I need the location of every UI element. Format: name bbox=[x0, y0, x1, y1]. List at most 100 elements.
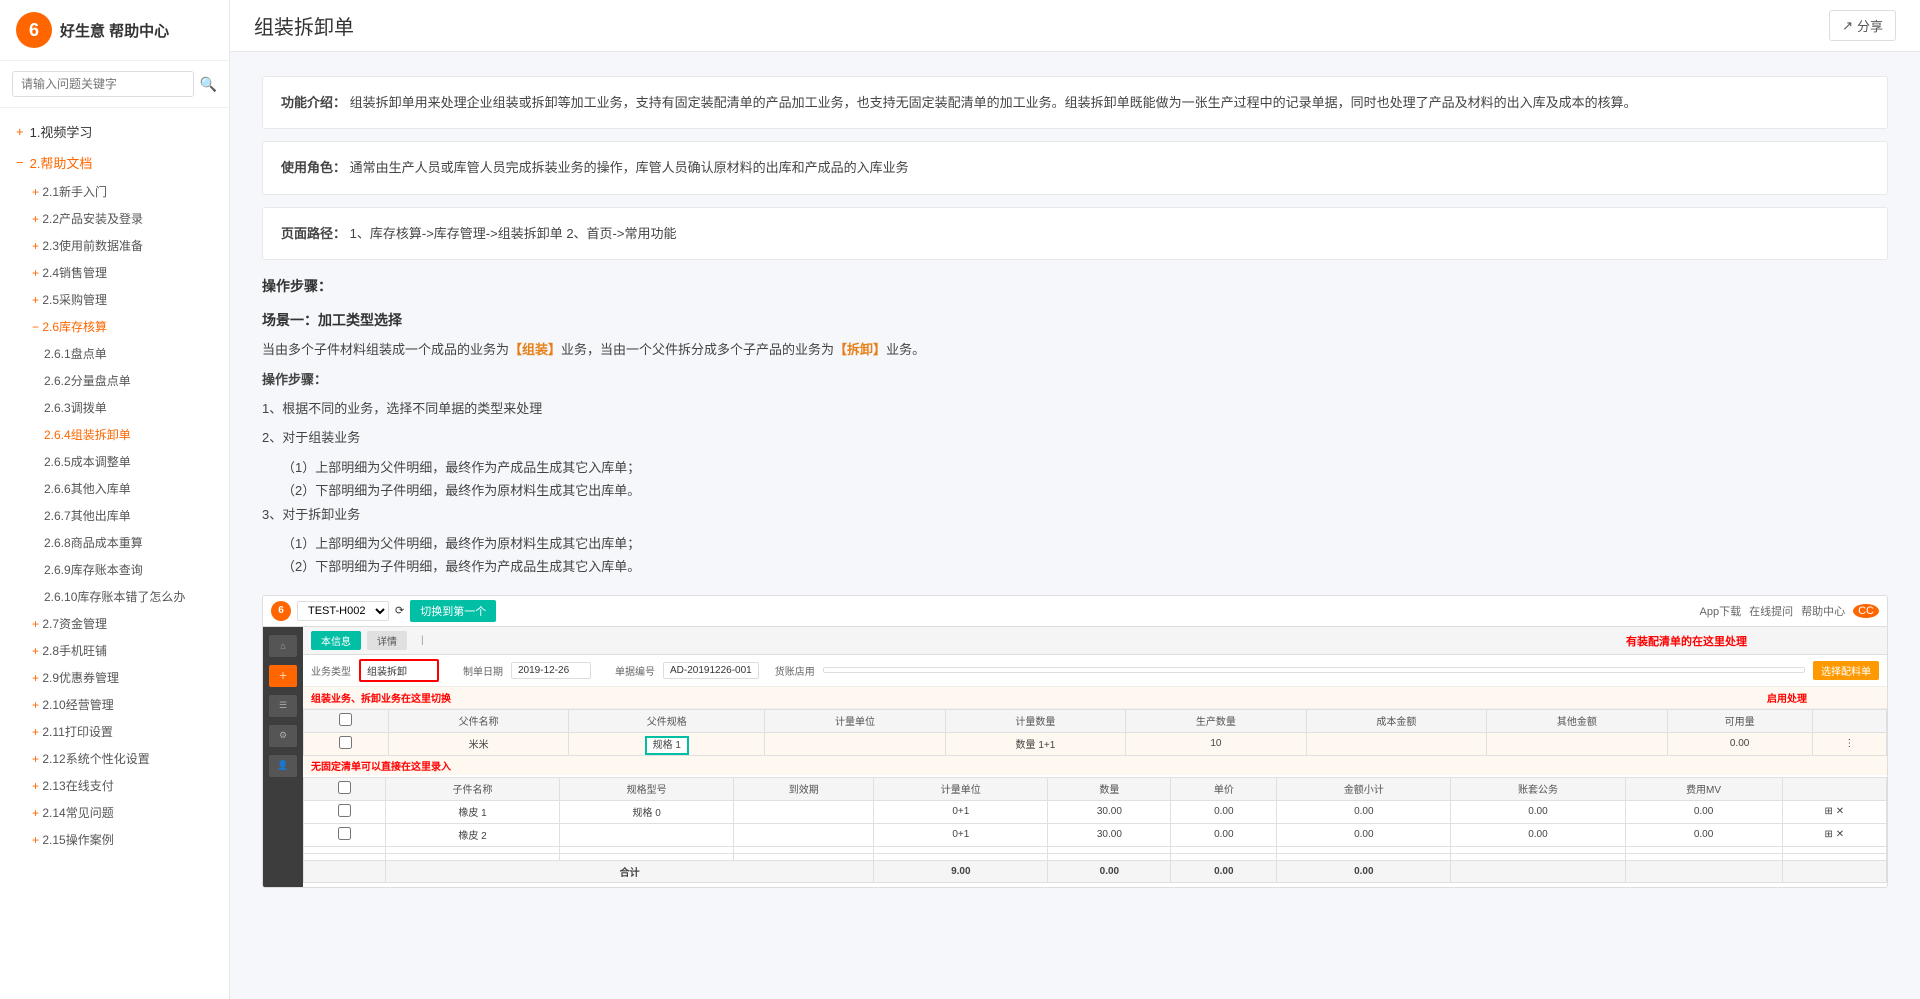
plus-icon: + bbox=[32, 698, 39, 712]
sidebar-item-docs[interactable]: − 2.帮助文档 bbox=[0, 147, 229, 178]
sidebar-item-s24[interactable]: + 2.4销售管理 bbox=[0, 259, 229, 286]
th-other: 其他金额 bbox=[1487, 709, 1667, 732]
sub-empty6 bbox=[1048, 846, 1171, 853]
sim-sub-table: 子件名称 规格型号 到效期 计量单位 数量 单价 金额小计 账套公务 费用MV bbox=[303, 777, 1887, 883]
sidebar-item-s211[interactable]: + 2.11打印设置 bbox=[0, 718, 229, 745]
sim-nav-settings: ⚙ bbox=[269, 725, 297, 747]
sidebar-item-s29[interactable]: + 2.9优惠券管理 bbox=[0, 664, 229, 691]
annotation-text2: 组装业务、拆卸业务在这里切换 bbox=[311, 694, 451, 705]
sub-td-mv: 0.00 bbox=[1625, 800, 1782, 823]
sim-label-date: 制单日期 bbox=[463, 663, 503, 678]
sidebar-item-s214[interactable]: + 2.14常见问题 bbox=[0, 799, 229, 826]
topbar: 组装拆卸单 ↗ 分享 bbox=[230, 0, 1920, 52]
row-checkbox[interactable] bbox=[339, 736, 352, 749]
sub-th-qty: 数量 bbox=[1048, 777, 1171, 800]
search-input[interactable] bbox=[12, 71, 194, 97]
sidebar-item-s23[interactable]: + 2.3使用前数据准备 bbox=[0, 232, 229, 259]
collapse-icon: − bbox=[16, 155, 24, 170]
page-title: 组装拆卸单 bbox=[254, 11, 354, 40]
footer-col3: 0.00 bbox=[1171, 860, 1277, 882]
sidebar-item-s266[interactable]: 2.6.6其他入库单 bbox=[0, 475, 229, 502]
share-button[interactable]: ↗ 分享 bbox=[1829, 10, 1896, 41]
annotation-text4: 无固定清单可以直接在这里录入 bbox=[311, 762, 451, 773]
sidebar-item-s22[interactable]: + 2.2产品安装及登录 bbox=[0, 205, 229, 232]
sim-nav-new: ＋ bbox=[269, 665, 297, 687]
sub-td-price2: 0.00 bbox=[1171, 823, 1277, 846]
sidebar-item-s261[interactable]: 2.6.1盘点单 bbox=[0, 340, 229, 367]
sidebar-item-s268[interactable]: 2.6.8商品成本重算 bbox=[0, 529, 229, 556]
sub-th-name: 子件名称 bbox=[385, 777, 559, 800]
sim-company-select[interactable]: TEST-H002 bbox=[297, 601, 389, 621]
sub-td-spec: 规格 0 bbox=[560, 800, 734, 823]
sidebar-item-s21[interactable]: + 2.1新手入门 bbox=[0, 178, 229, 205]
sidebar-item-s212[interactable]: + 2.12系统个性化设置 bbox=[0, 745, 229, 772]
sidebar-item-s263[interactable]: 2.6.3调拨单 bbox=[0, 394, 229, 421]
sub-table-row bbox=[304, 846, 1887, 853]
sidebar-item-s265[interactable]: 2.6.5成本调整单 bbox=[0, 448, 229, 475]
sub-td-price: 0.00 bbox=[1171, 800, 1277, 823]
expand-icon: + bbox=[16, 124, 24, 139]
intro-block-1: 功能介绍： 组装拆卸单用来处理企业组装或拆卸等加工业务，支持有固定装配清单的产品… bbox=[262, 76, 1888, 129]
sub-th-check bbox=[304, 777, 386, 800]
sim-icon-question: 在线提问 bbox=[1749, 603, 1793, 619]
sub-td-account2: 0.00 bbox=[1451, 823, 1625, 846]
sub-td-qty2: 30.00 bbox=[1048, 823, 1171, 846]
sidebar-item-s210[interactable]: + 2.10经营管理 bbox=[0, 691, 229, 718]
sub-td-action2: ⊞ ✕ bbox=[1782, 823, 1886, 846]
scenario1-desc: 当由多个子件材料组装成一个成品的业务为【组装】业务，当由一个父件拆分成多个子产品… bbox=[262, 338, 1888, 361]
sidebar-item-s28[interactable]: + 2.8手机旺铺 bbox=[0, 637, 229, 664]
sub-td-action: ⊞ ✕ bbox=[1782, 800, 1886, 823]
intro-text1: 组装拆卸单用来处理企业组装或拆卸等加工业务，支持有固定装配清单的产品加工业务，也… bbox=[350, 95, 1637, 110]
sidebar-item-s2610[interactable]: 2.6.10库存账本错了怎么办 bbox=[0, 583, 229, 610]
sidebar-item-s262[interactable]: 2.6.2分量盘点单 bbox=[0, 367, 229, 394]
sidebar-item-s215[interactable]: + 2.15操作案例 bbox=[0, 826, 229, 853]
sub-empty4 bbox=[734, 846, 874, 853]
sidebar-item-s26[interactable]: − 2.6库存核算 bbox=[0, 313, 229, 340]
sidebar-item-video[interactable]: + 1.视频学习 bbox=[0, 116, 229, 147]
sub-header-checkbox[interactable] bbox=[338, 781, 351, 794]
sim-store-input[interactable] bbox=[823, 667, 1805, 673]
sim-date-value: 2019-12-26 bbox=[511, 662, 591, 679]
header-checkbox[interactable] bbox=[339, 713, 352, 726]
sub-empty3 bbox=[560, 846, 734, 853]
sidebar-item-s269[interactable]: 2.6.9库存账本查询 bbox=[0, 556, 229, 583]
sim-biztype-value[interactable]: 组装拆卸 bbox=[359, 659, 439, 682]
sim-confirm-btn[interactable]: 选择配料单 bbox=[1813, 661, 1879, 680]
sim-logo: 6 bbox=[271, 601, 291, 621]
plus-icon: + bbox=[32, 833, 39, 847]
footer-col2: 0.00 bbox=[1048, 860, 1171, 882]
sub-td-exp bbox=[734, 800, 874, 823]
sidebar-item-s264[interactable]: 2.6.4组装拆卸单 bbox=[0, 421, 229, 448]
sub-td-amount: 0.00 bbox=[1277, 800, 1451, 823]
sub-empty5 bbox=[874, 846, 1048, 853]
td-check bbox=[304, 732, 389, 755]
main-content: 组装拆卸单 ↗ 分享 功能介绍： 组装拆卸单用来处理企业组装或拆卸等加工业务，支… bbox=[230, 0, 1920, 999]
sidebar-item-s25[interactable]: + 2.5采购管理 bbox=[0, 286, 229, 313]
sim-icon-app: App下载 bbox=[1700, 603, 1742, 619]
footer-label: 合计 bbox=[385, 860, 873, 882]
sub-empty7 bbox=[1171, 846, 1277, 853]
sidebar: 6 好生意 帮助中心 🔍 + 1.视频学习 − 2.帮助文档 + 2.1新手入门… bbox=[0, 0, 230, 999]
td-name: 米米 bbox=[388, 732, 568, 755]
annotation-text3: 启用处理 bbox=[1767, 690, 1807, 705]
sim-nav-list: ☰ bbox=[269, 695, 297, 717]
annotation-row: 组装业务、拆卸业务在这里切换 启用处理 bbox=[303, 687, 1887, 709]
minus-icon: − bbox=[32, 320, 39, 334]
intro-block-3: 页面路径： 1、库存核算->库存管理->组装拆卸单 2、首页->常用功能 bbox=[262, 207, 1888, 260]
step3b: （2）下部明细为子件明细，最终作为产成品生成其它入库单。 bbox=[262, 555, 1888, 578]
td-avail: 0.00 bbox=[1667, 732, 1812, 755]
sim-tab-active: 本信息 bbox=[311, 631, 361, 650]
sub-td-account: 0.00 bbox=[1451, 800, 1625, 823]
td-action: ⋮ bbox=[1812, 732, 1886, 755]
sidebar-item-s267[interactable]: 2.6.7其他出库单 bbox=[0, 502, 229, 529]
sub-td-check2 bbox=[304, 823, 386, 846]
footer-col4: 0.00 bbox=[1277, 860, 1451, 882]
sim-nav-home: ⌂ bbox=[269, 635, 297, 657]
sidebar-item-s213[interactable]: + 2.13在线支付 bbox=[0, 772, 229, 799]
search-icon[interactable]: 🔍 bbox=[200, 76, 217, 93]
sidebar-item-s27[interactable]: + 2.7资金管理 bbox=[0, 610, 229, 637]
plus-icon: + bbox=[32, 644, 39, 658]
sub-empty10 bbox=[1625, 846, 1782, 853]
sub-td-spec2 bbox=[560, 823, 734, 846]
sim-label-store: 货账店用 bbox=[775, 663, 815, 678]
